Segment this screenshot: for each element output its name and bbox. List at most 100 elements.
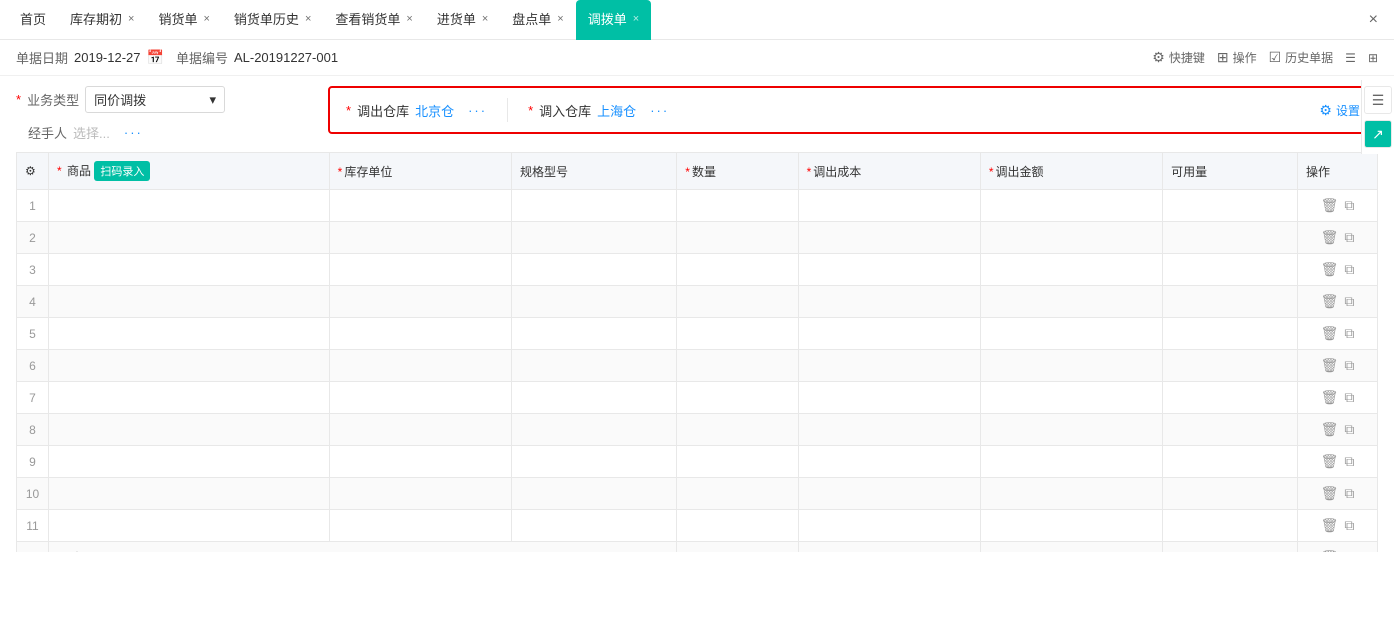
shortcuts-button[interactable]: ⚙ 快捷键 (1152, 49, 1205, 66)
cell-amount[interactable] (980, 286, 1162, 318)
cell-qty[interactable] (677, 318, 798, 350)
cell-spec[interactable] (511, 414, 676, 446)
cell-qty[interactable] (677, 222, 798, 254)
cell-product[interactable] (49, 318, 330, 350)
cell-qty[interactable] (677, 254, 798, 286)
delete-icon[interactable]: 🗑 (1321, 197, 1339, 214)
tab-inventory-close[interactable]: × (557, 13, 563, 25)
cell-unit[interactable] (329, 510, 511, 542)
copy-icon[interactable]: ⧉ (1344, 261, 1354, 278)
cell-product[interactable] (49, 222, 330, 254)
source-warehouse-value[interactable]: 北京仓 (415, 101, 454, 120)
cell-available[interactable] (1163, 414, 1298, 446)
cell-available[interactable] (1163, 286, 1298, 318)
cell-product[interactable] (49, 286, 330, 318)
cell-amount[interactable] (980, 254, 1162, 286)
business-type-select[interactable]: 同价调拨 ▾ (85, 86, 225, 113)
tab-sales-order-close[interactable]: × (203, 13, 209, 25)
cell-qty[interactable] (677, 350, 798, 382)
calendar-icon[interactable]: 📅 (147, 49, 164, 66)
cell-amount[interactable] (980, 478, 1162, 510)
cell-cost[interactable] (798, 350, 980, 382)
cell-qty[interactable] (677, 510, 798, 542)
cell-cost[interactable] (798, 254, 980, 286)
cell-qty[interactable] (677, 286, 798, 318)
cell-amount[interactable] (980, 190, 1162, 222)
cell-available[interactable] (1163, 510, 1298, 542)
cell-product[interactable] (49, 414, 330, 446)
cell-spec[interactable] (511, 190, 676, 222)
cell-unit[interactable] (329, 446, 511, 478)
source-warehouse-more[interactable]: ··· (468, 103, 487, 118)
target-warehouse-more[interactable]: ··· (650, 103, 669, 118)
cell-spec[interactable] (511, 510, 676, 542)
cell-cost[interactable] (798, 414, 980, 446)
cell-cost[interactable] (798, 510, 980, 542)
cell-amount[interactable] (980, 318, 1162, 350)
cell-amount[interactable] (980, 350, 1162, 382)
cell-unit[interactable] (329, 190, 511, 222)
copy-icon[interactable]: ⧉ (1344, 389, 1354, 406)
tab-stock-init[interactable]: 库存期初 × (58, 0, 146, 40)
copy-icon[interactable]: ⧉ (1344, 357, 1354, 374)
copy-icon[interactable]: ⧉ (1344, 229, 1354, 246)
cell-spec[interactable] (511, 478, 676, 510)
cell-amount[interactable] (980, 382, 1162, 414)
cell-available[interactable] (1163, 222, 1298, 254)
copy-icon[interactable]: ⧉ (1344, 485, 1354, 502)
tab-transfer-close[interactable]: × (633, 13, 639, 25)
settings-button[interactable]: ⚙ 设置 (1319, 102, 1360, 119)
table-scroll[interactable]: ⚙ 商品 扫码录入 库存单位 规格型号 数量 调出成本 调出金额 可用量 操作 … (16, 152, 1378, 552)
copy-icon[interactable]: ⧉ (1344, 517, 1354, 534)
sidebar-list-btn[interactable]: ☰ (1364, 86, 1392, 114)
cell-spec[interactable] (511, 222, 676, 254)
cell-amount[interactable] (980, 510, 1162, 542)
history-button[interactable]: ☑ 历史单据 (1269, 49, 1334, 66)
cell-qty[interactable] (677, 414, 798, 446)
target-warehouse-value[interactable]: 上海仓 (597, 101, 636, 120)
cell-unit[interactable] (329, 222, 511, 254)
copy-icon[interactable]: ⧉ (1344, 421, 1354, 438)
tab-home[interactable]: 首页 (8, 0, 58, 40)
cell-unit[interactable] (329, 286, 511, 318)
cell-available[interactable] (1163, 254, 1298, 286)
cell-spec[interactable] (511, 382, 676, 414)
cell-unit[interactable] (329, 414, 511, 446)
window-close-button[interactable]: × (1361, 11, 1386, 29)
tab-sales-order[interactable]: 销货单 × (146, 0, 221, 40)
cell-available[interactable] (1163, 478, 1298, 510)
tab-view-sales-close[interactable]: × (406, 13, 412, 25)
cell-cost[interactable] (798, 382, 980, 414)
delete-icon[interactable]: 🗑 (1321, 389, 1339, 406)
cell-spec[interactable] (511, 318, 676, 350)
cell-unit[interactable] (329, 478, 511, 510)
sidebar-export-btn[interactable]: ↗ (1364, 120, 1392, 148)
copy-icon[interactable]: ⧉ (1344, 293, 1354, 310)
cell-cost[interactable] (798, 286, 980, 318)
cell-spec[interactable] (511, 254, 676, 286)
cell-product[interactable] (49, 350, 330, 382)
delete-icon[interactable]: 🗑 (1321, 357, 1339, 374)
cell-cost[interactable] (798, 190, 980, 222)
cell-amount[interactable] (980, 222, 1162, 254)
cell-available[interactable] (1163, 382, 1298, 414)
actions-button[interactable]: ⊞ 操作 (1217, 49, 1257, 66)
cell-available[interactable] (1163, 190, 1298, 222)
cell-cost[interactable] (798, 318, 980, 350)
copy-icon[interactable]: ⧉ (1344, 453, 1354, 470)
delete-icon[interactable]: 🗑 (1321, 485, 1339, 502)
layout-grid-button[interactable]: ⊞ (1368, 51, 1378, 65)
tab-sales-history[interactable]: 销货单历史 × (222, 0, 323, 40)
cell-available[interactable] (1163, 446, 1298, 478)
cell-product[interactable] (49, 190, 330, 222)
manager-input[interactable]: 选择... (73, 123, 110, 142)
cell-available[interactable] (1163, 318, 1298, 350)
delete-icon[interactable]: 🗑 (1321, 229, 1339, 246)
scan-btn[interactable]: 扫码录入 (94, 161, 150, 181)
cell-spec[interactable] (511, 286, 676, 318)
layout-list-button[interactable]: ☰ (1345, 51, 1356, 65)
tab-sales-history-close[interactable]: × (305, 13, 311, 25)
cell-product[interactable] (49, 254, 330, 286)
tab-purchase-order[interactable]: 进货单 × (425, 0, 500, 40)
cell-qty[interactable] (677, 478, 798, 510)
